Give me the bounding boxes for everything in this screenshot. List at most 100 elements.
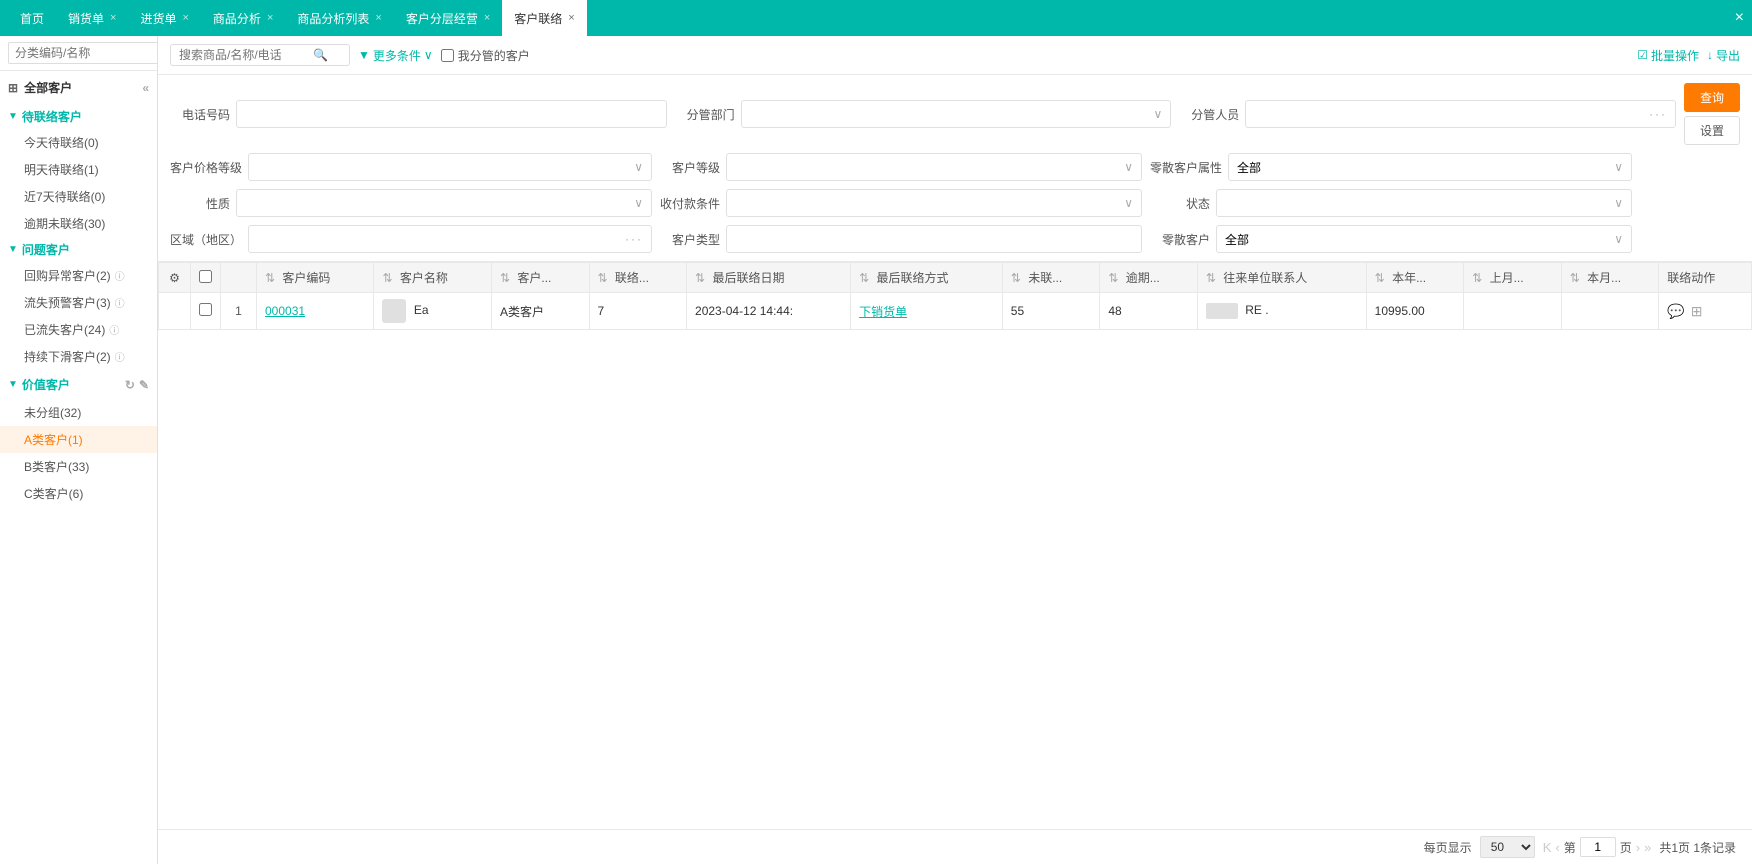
- tab-customer-contact[interactable]: 客户联络 ×: [502, 0, 586, 36]
- filter-manager-input[interactable]: ···: [1245, 100, 1676, 128]
- filter-retail-attr-select[interactable]: 全部 ∨: [1228, 153, 1632, 181]
- query-button[interactable]: 查询: [1684, 83, 1740, 112]
- filter-nature: 性质 ∨: [170, 189, 652, 217]
- first-page-btn[interactable]: K: [1543, 840, 1552, 855]
- filter-customer-level-select[interactable]: ∨: [726, 153, 1142, 181]
- tab-home[interactable]: 首页: [8, 0, 56, 36]
- chevron-down-icon: ∨: [424, 48, 433, 62]
- filter-status-select[interactable]: ∨: [1216, 189, 1632, 217]
- sidebar-item-today[interactable]: 今天待联络(0): [0, 129, 157, 156]
- filter-dept-select[interactable]: ∨: [741, 100, 1172, 128]
- select-all-checkbox[interactable]: [199, 270, 212, 283]
- chevron-down-icon: ∨: [1154, 107, 1163, 121]
- edit-icon[interactable]: ✎: [139, 378, 149, 392]
- row-checkbox[interactable]: [199, 303, 212, 316]
- dots-icon-2: ···: [625, 232, 643, 246]
- close-purchase-tab[interactable]: ×: [182, 12, 188, 24]
- sidebar-item-tomorrow[interactable]: 明天待联络(1): [0, 156, 157, 183]
- col-icon: ⇅: [859, 271, 869, 285]
- col-this-month[interactable]: ⇅ 本月...: [1561, 263, 1659, 293]
- sidebar-item-c-class[interactable]: C类客户(6): [0, 480, 157, 507]
- col-name[interactable]: ⇅ 客户名称: [374, 263, 491, 293]
- batch-ops-btn[interactable]: ☑ 批量操作: [1637, 47, 1699, 64]
- page-input[interactable]: [1580, 837, 1616, 857]
- row-gear: [159, 293, 191, 330]
- tab-goods-analysis[interactable]: 商品分析 ×: [201, 0, 285, 36]
- col-last-month[interactable]: ⇅ 上月...: [1464, 263, 1562, 293]
- filter-retail-customer: 零散客户 全部 ∨: [1150, 225, 1632, 253]
- col-unit-contact[interactable]: ⇅ 往来单位联系人: [1197, 263, 1366, 293]
- filter-customer-level: 客户等级 ∨: [660, 153, 1142, 181]
- info-icon-3: ⓘ: [115, 349, 125, 364]
- chat-icon[interactable]: 💬: [1667, 303, 1684, 320]
- sidebar-item-declining[interactable]: 持续下滑客户(2) ⓘ: [0, 343, 157, 370]
- row-this-month: [1561, 293, 1659, 330]
- tab-sales[interactable]: 销货单 ×: [56, 0, 128, 36]
- filter-phone-input[interactable]: [236, 100, 667, 128]
- chevron-down-icon-7: ∨: [1614, 196, 1623, 210]
- col-gear[interactable]: ⚙: [159, 263, 191, 293]
- filter-nature-select[interactable]: ∨: [236, 189, 652, 217]
- filter-region-input[interactable]: ···: [248, 225, 652, 253]
- sidebar-item-churn-warning[interactable]: 流失预警客户(3) ⓘ: [0, 289, 157, 316]
- sidebar-value-customers[interactable]: ▼ 价值客户 ↻ ✎: [0, 370, 157, 399]
- col-action: 联络动作: [1659, 263, 1752, 293]
- tab-customer-tier[interactable]: 客户分层经营 ×: [394, 0, 502, 36]
- sidebar-item-a-class[interactable]: A类客户(1): [0, 426, 157, 453]
- filter-retail-customer-select[interactable]: 全部 ∨: [1216, 225, 1632, 253]
- row-last-method[interactable]: 下销货单: [851, 293, 1003, 330]
- col-this-year[interactable]: ⇅ 本年...: [1366, 263, 1464, 293]
- col-no-contact[interactable]: ⇅ 未联...: [1002, 263, 1100, 293]
- batch-icon: ☑: [1637, 48, 1648, 62]
- sidebar-item-overdue[interactable]: 逾期未联络(30): [0, 210, 157, 237]
- filter-more-btn[interactable]: ▼ 更多条件 ∨: [358, 47, 433, 64]
- row-no-contact: 55: [1002, 293, 1100, 330]
- close-sales-tab[interactable]: ×: [110, 12, 116, 24]
- close-customer-tier-tab[interactable]: ×: [484, 12, 490, 24]
- last-page-btn[interactable]: »: [1644, 840, 1651, 855]
- next-page-btn[interactable]: ›: [1636, 840, 1640, 855]
- row-name[interactable]: Ea: [374, 293, 491, 330]
- page-size-select[interactable]: 50 100 200: [1480, 836, 1535, 858]
- sidebar-item-churned[interactable]: 已流失客户(24) ⓘ: [0, 316, 157, 343]
- close-goods-analysis-tab[interactable]: ×: [267, 12, 273, 24]
- close-customer-contact-tab[interactable]: ×: [568, 12, 574, 24]
- col-icon: ⇅: [1570, 271, 1580, 285]
- col-overdue[interactable]: ⇅ 逾期...: [1100, 263, 1198, 293]
- filter-customer-type-select[interactable]: [726, 225, 1142, 253]
- qr-icon[interactable]: ⊞: [1691, 303, 1703, 320]
- sidebar-pending-contact[interactable]: ▼ 待联络客户: [0, 104, 157, 129]
- col-icon: ⇅: [1108, 271, 1118, 285]
- page-size-label: 每页显示: [1424, 839, 1472, 856]
- sidebar-item-b-class[interactable]: B类客户(33): [0, 453, 157, 480]
- close-all-tabs[interactable]: ×: [1735, 9, 1744, 27]
- close-goods-list-tab[interactable]: ×: [375, 12, 381, 24]
- col-contact[interactable]: ⇅ 联络...: [589, 263, 687, 293]
- sidebar-item-unclassified[interactable]: 未分组(32): [0, 399, 157, 426]
- tab-goods-list[interactable]: 商品分析列表 ×: [285, 0, 393, 36]
- action-icons: 💬 ⊞: [1667, 303, 1743, 320]
- filter-price-select[interactable]: ∨: [248, 153, 652, 181]
- export-btn[interactable]: ↓ 导出: [1707, 47, 1740, 64]
- row-code[interactable]: 000031: [257, 293, 374, 330]
- value-header-icons: ↻ ✎: [125, 378, 149, 392]
- filter-payment-select[interactable]: ∨: [726, 189, 1142, 217]
- setting-button[interactable]: 设置: [1684, 116, 1740, 145]
- refresh-icon[interactable]: ↻: [125, 378, 135, 392]
- sidebar-problem-customers[interactable]: ▼ 问题客户: [0, 237, 157, 262]
- col-level[interactable]: ⇅ 客户...: [491, 263, 589, 293]
- col-last-method[interactable]: ⇅ 最后联络方式: [851, 263, 1003, 293]
- filter-search-icon[interactable]: 🔍: [313, 48, 328, 62]
- sidebar-search-input[interactable]: [8, 42, 158, 64]
- collapse-icon[interactable]: «: [142, 81, 149, 95]
- sidebar-item-repurchase-abnormal[interactable]: 回购异常客户(2) ⓘ: [0, 262, 157, 289]
- filter-search-input[interactable]: [179, 48, 309, 62]
- sidebar-all-customers[interactable]: ⊞ 全部客户 «: [0, 71, 157, 104]
- col-last-date[interactable]: ⇅ 最后联络日期: [687, 263, 851, 293]
- tab-purchase[interactable]: 进货单 ×: [128, 0, 200, 36]
- col-code[interactable]: ⇅ 客户编码: [257, 263, 374, 293]
- filter-mine-label[interactable]: 我分管的客户: [441, 47, 530, 64]
- prev-page-btn[interactable]: ‹: [1555, 840, 1559, 855]
- sidebar-item-7days[interactable]: 近7天待联络(0): [0, 183, 157, 210]
- filter-mine-checkbox[interactable]: [441, 49, 454, 62]
